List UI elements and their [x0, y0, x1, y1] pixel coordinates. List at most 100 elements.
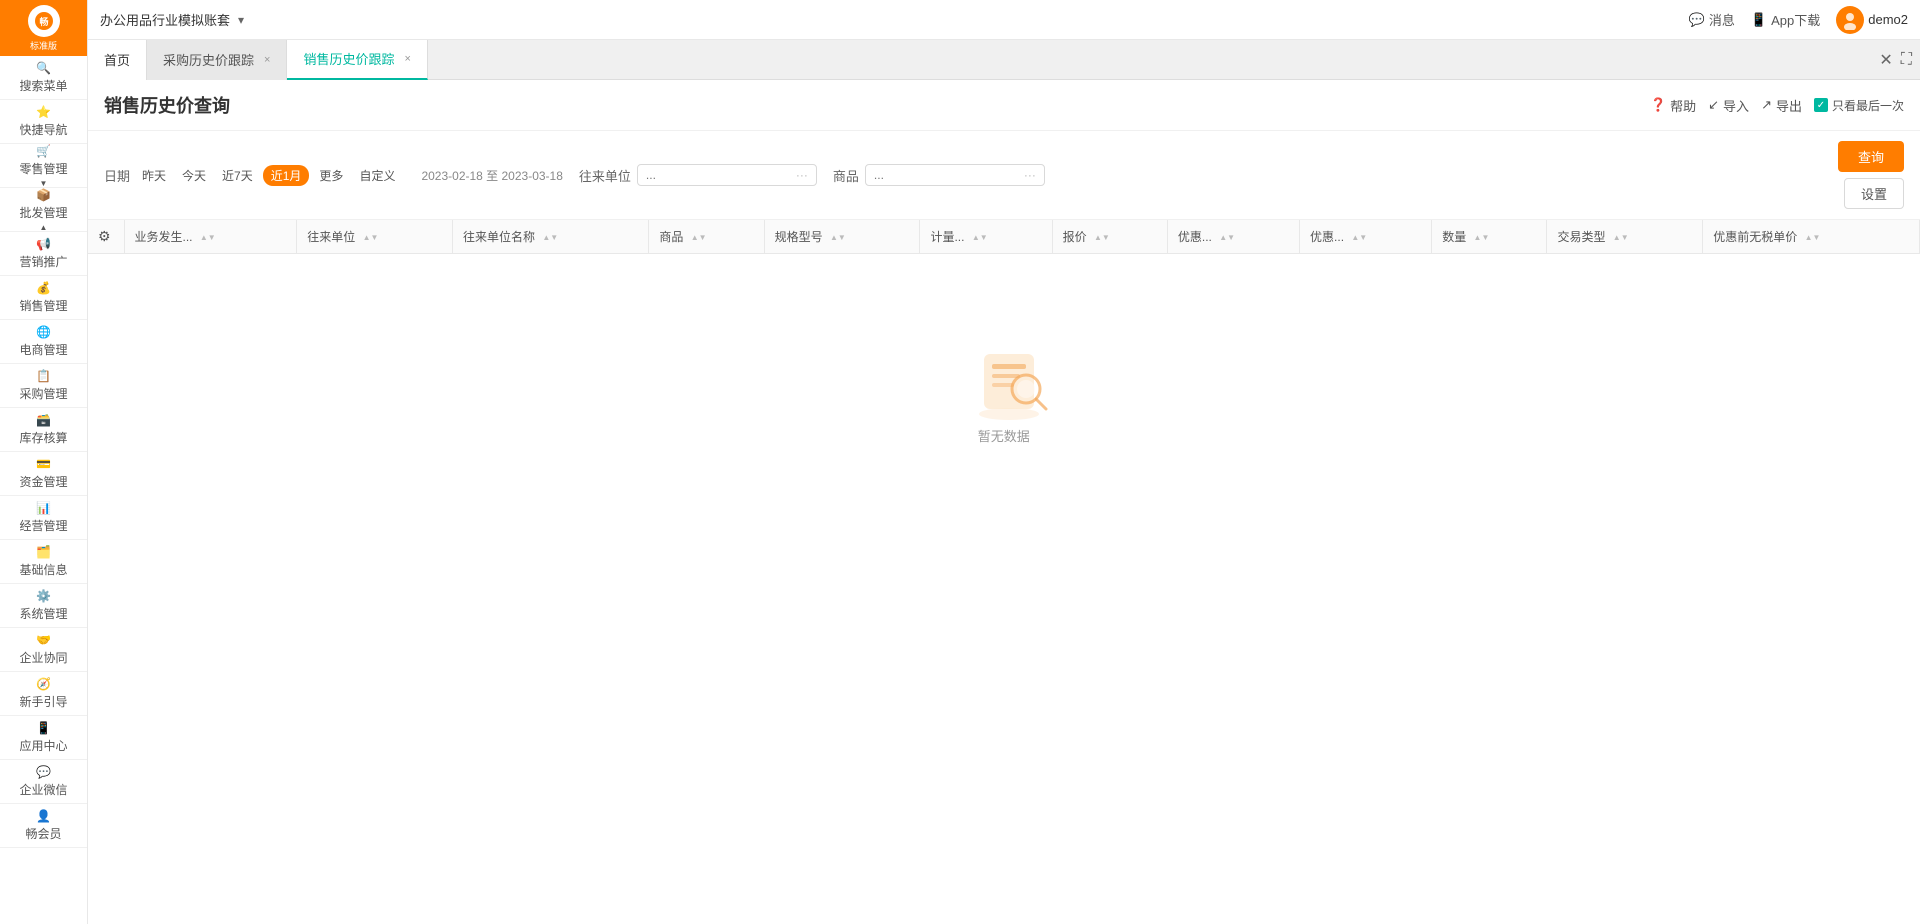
column-trade-type[interactable]: 交易类型 ▲▼: [1547, 220, 1703, 254]
sidebar-item-inventory[interactable]: 🗃️ 库存核算: [0, 408, 88, 452]
sidebar-item-member[interactable]: 👤 畅会员: [0, 804, 88, 848]
data-table: ⚙ 业务发生... ▲▼ 往来单位 ▲▼ 往来单位名称 ▲▼: [88, 220, 1920, 525]
topbar: 办公用品行业模拟账套 ▾ 💬 消息 📱 App下载 de: [88, 0, 1920, 40]
sort-arrows-quote: ▲▼: [1094, 233, 1110, 242]
sidebar-item-label: 畅会员: [25, 825, 61, 842]
topbar-title: 办公用品行业模拟账套: [100, 10, 230, 29]
date-buttons: 昨天 今天 近7天 近1月 更多 自定义: [136, 165, 401, 186]
goods-filter: 商品 ···: [833, 164, 1045, 186]
tab-purchase-label: 采购历史价跟踪: [163, 50, 254, 69]
settings-button[interactable]: 设置: [1844, 178, 1904, 209]
user-icon: 👤: [36, 809, 51, 823]
column-unit[interactable]: 计量... ▲▼: [920, 220, 1052, 254]
topbar-left: 办公用品行业模拟账套 ▾: [100, 10, 244, 29]
import-button[interactable]: ↙ 导入: [1708, 96, 1749, 115]
date-btn-more[interactable]: 更多: [313, 165, 349, 186]
date-btn-last1m[interactable]: 近1月: [263, 165, 310, 186]
sidebar-item-sales-mgmt[interactable]: 💰 销售管理: [0, 276, 88, 320]
date-btn-custom[interactable]: 自定义: [353, 165, 401, 186]
column-partner-name[interactable]: 往来单位名称 ▲▼: [453, 220, 649, 254]
date-btn-last7[interactable]: 近7天: [216, 165, 259, 186]
tab-purchase-close[interactable]: ×: [264, 54, 270, 66]
chevron-down-icon: ▼: [40, 179, 48, 188]
export-button[interactable]: ↗ 导出: [1761, 96, 1802, 115]
sidebar-item-ecommerce[interactable]: 🌐 电商管理: [0, 320, 88, 364]
close-all-tabs-button[interactable]: ✕: [1879, 50, 1892, 70]
sidebar-item-label: 应用中心: [19, 737, 67, 754]
sidebar-item-wechat[interactable]: 💬 企业微信: [0, 760, 88, 804]
column-partner-code[interactable]: 往来单位 ▲▼: [297, 220, 453, 254]
sidebar-item-guide[interactable]: 🧭 新手引导: [0, 672, 88, 716]
date-btn-today[interactable]: 今天: [176, 165, 212, 186]
sidebar-item-label: 零售管理: [19, 160, 67, 177]
sort-arrows-discount1: ▲▼: [1219, 233, 1235, 242]
column-spec[interactable]: 规格型号 ▲▼: [764, 220, 920, 254]
partner-input[interactable]: [646, 168, 792, 182]
tab-home[interactable]: 首页: [88, 40, 147, 80]
sort-arrows-discount2: ▲▼: [1351, 233, 1367, 242]
column-settings[interactable]: ⚙: [88, 220, 124, 254]
app-logo: 畅 标准版: [0, 0, 88, 56]
sidebar-item-purchase[interactable]: 📋 采购管理: [0, 364, 88, 408]
column-discount1[interactable]: 优惠... ▲▼: [1167, 220, 1299, 254]
sidebar-item-appcenter[interactable]: 📱 应用中心: [0, 716, 88, 760]
sidebar-item-label: 企业微信: [19, 781, 67, 798]
chevron-up-icon: ▲: [40, 223, 48, 232]
column-discount2-label: 优惠...: [1310, 230, 1344, 244]
partner-input-suffix: ···: [796, 168, 808, 182]
page-title: 销售历史价查询: [104, 92, 230, 118]
tab-purchase[interactable]: 采购历史价跟踪 ×: [147, 40, 287, 80]
sidebar-item-wholesale[interactable]: 📦 批发管理 ▲: [0, 188, 88, 232]
sidebar-item-basic[interactable]: 🗂️ 基础信息: [0, 540, 88, 584]
partner-input-wrapper[interactable]: ···: [637, 164, 817, 186]
sidebar-item-search[interactable]: 🔍 搜索菜单: [0, 56, 88, 100]
sidebar-item-enterprise[interactable]: 🤝 企业协同: [0, 628, 88, 672]
column-notax-price[interactable]: 优惠前无税单价 ▲▼: [1703, 220, 1920, 254]
app-download-button[interactable]: 📱 App下载: [1751, 10, 1820, 29]
data-table-container: ⚙ 业务发生... ▲▼ 往来单位 ▲▼ 往来单位名称 ▲▼: [88, 220, 1920, 924]
table-header-row: ⚙ 业务发生... ▲▼ 往来单位 ▲▼ 往来单位名称 ▲▼: [88, 220, 1920, 254]
column-goods[interactable]: 商品 ▲▼: [649, 220, 764, 254]
column-discount2[interactable]: 优惠... ▲▼: [1300, 220, 1432, 254]
column-trade-type-label: 交易类型: [1557, 230, 1605, 244]
help-button[interactable]: ❓ 帮助: [1650, 96, 1696, 115]
query-button[interactable]: 查询: [1838, 141, 1904, 172]
page-actions: ❓ 帮助 ↙ 导入 ↗ 导出 ✓ 只看最后一次: [1650, 96, 1904, 115]
app-tagline: 标准版: [30, 39, 57, 52]
sidebar-item-marketing[interactable]: 📢 营销推广: [0, 232, 88, 276]
filter-bar: 日期 昨天 今天 近7天 近1月 更多 自定义 2023-02-18 至 202…: [88, 131, 1920, 220]
only-last-checkbox[interactable]: ✓: [1814, 98, 1828, 112]
column-quote[interactable]: 报价 ▲▼: [1052, 220, 1167, 254]
topbar-dropdown-arrow[interactable]: ▾: [238, 13, 244, 27]
sidebar-item-label: 电商管理: [19, 341, 67, 358]
sort-arrows-goods: ▲▼: [691, 233, 707, 242]
goods-input[interactable]: [874, 168, 1020, 182]
settings-icon[interactable]: ⚙: [98, 228, 111, 244]
tabs-actions: ✕ ⛶: [1879, 50, 1920, 70]
user-menu[interactable]: demo2: [1836, 6, 1908, 34]
sidebar-item-system[interactable]: ⚙️ 系统管理: [0, 584, 88, 628]
sidebar-item-retail[interactable]: 🛒 零售管理 ▼: [0, 144, 88, 188]
sidebar-item-finance[interactable]: 💳 资金管理: [0, 452, 88, 496]
date-range-text: 2023-02-18 至 2023-03-18: [421, 167, 562, 184]
empty-text: 暂无数据: [978, 426, 1030, 445]
message-button[interactable]: 💬 消息: [1689, 10, 1735, 29]
tab-sales-close[interactable]: ×: [404, 53, 410, 65]
goods-input-wrapper[interactable]: ···: [865, 164, 1045, 186]
card-icon: 💳: [36, 457, 51, 471]
sidebar-item-operations[interactable]: 📊 经营管理: [0, 496, 88, 540]
column-biz-date[interactable]: 业务发生... ▲▼: [124, 220, 297, 254]
sidebar-item-label: 销售管理: [19, 297, 67, 314]
maximize-button[interactable]: ⛶: [1901, 51, 1912, 69]
only-last-checkbox-wrapper[interactable]: ✓ 只看最后一次: [1814, 97, 1904, 114]
column-biz-date-label: 业务发生...: [135, 230, 193, 244]
tab-sales[interactable]: 销售历史价跟踪 ×: [287, 40, 427, 80]
help-label: 帮助: [1670, 96, 1696, 115]
sidebar: 畅 标准版 🔍 搜索菜单 ⭐ 快捷导航 🛒 零售管理 ▼ 📦 批发管理 ▲ 📢 …: [0, 0, 88, 924]
sidebar-item-quicknav[interactable]: ⭐ 快捷导航: [0, 100, 88, 144]
column-qty[interactable]: 数量 ▲▼: [1432, 220, 1547, 254]
date-btn-yesterday[interactable]: 昨天: [136, 165, 172, 186]
goods-label: 商品: [833, 166, 859, 185]
sort-arrows-spec: ▲▼: [830, 233, 846, 242]
sort-arrows-partner-name: ▲▼: [542, 233, 558, 242]
